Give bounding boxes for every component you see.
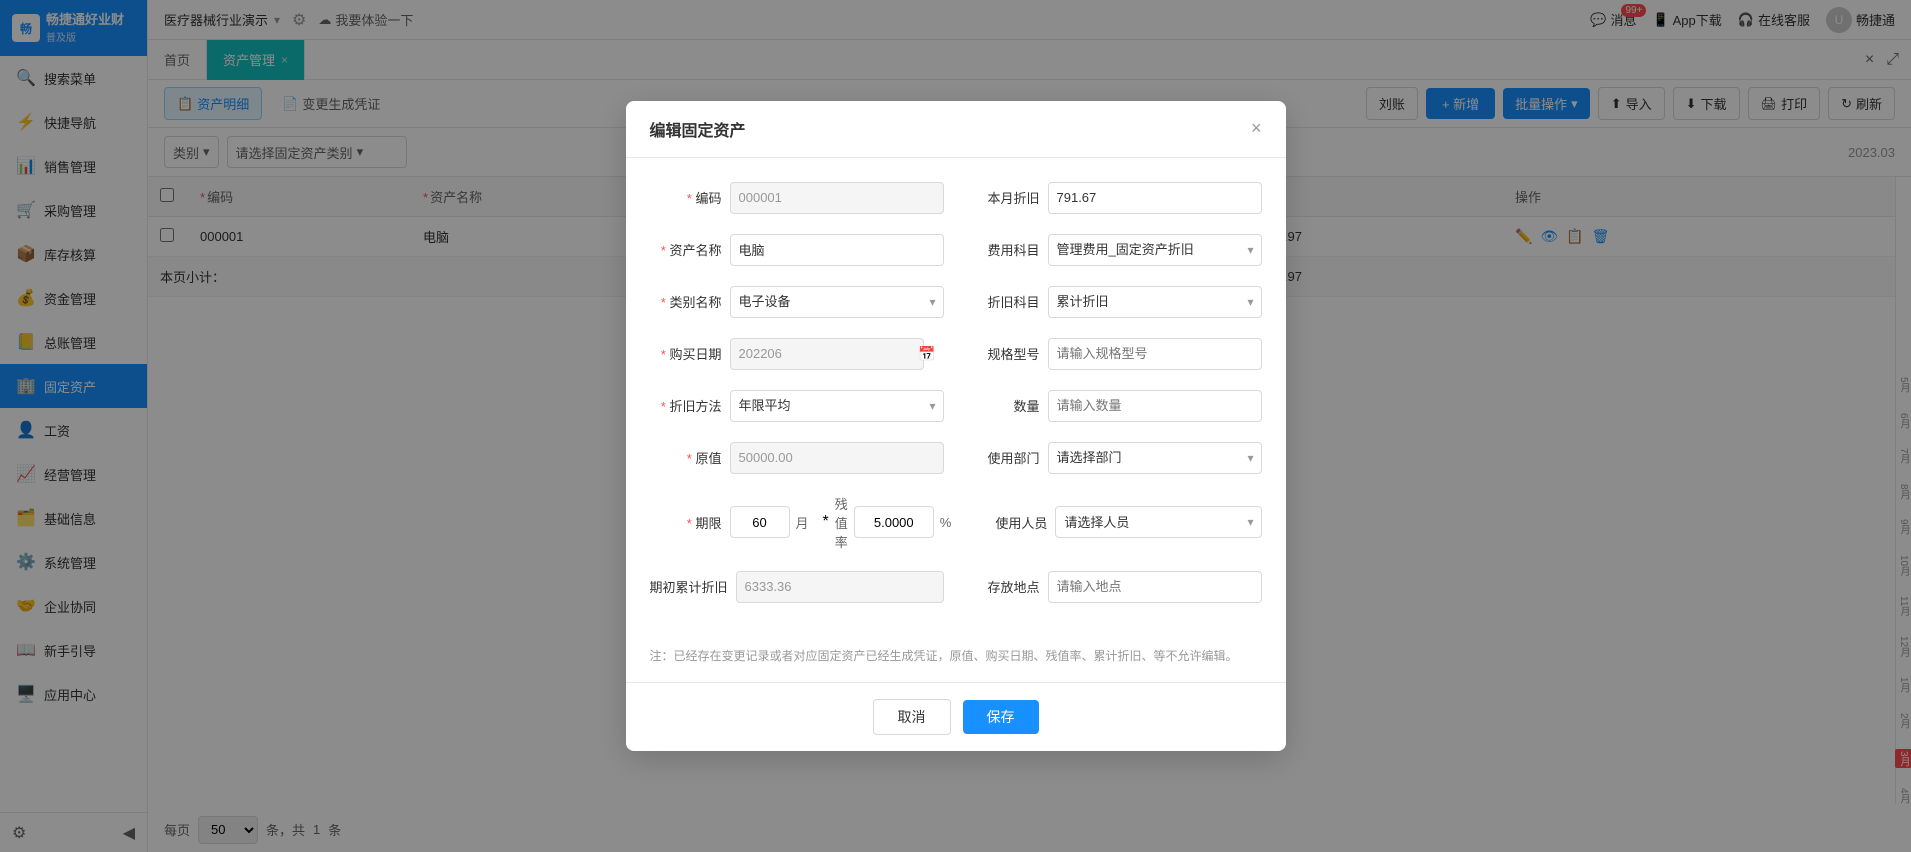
- dep-subject-select-wrap: 累计折旧 ▾: [1048, 286, 1262, 318]
- use-person-select-wrap: 请选择人员 ▾: [1055, 506, 1261, 538]
- code-label: * 编码: [650, 188, 722, 207]
- expense-subject-select[interactable]: 管理费用_固定资产折旧: [1048, 234, 1262, 266]
- modal-header: 编辑固定资产 ×: [626, 101, 1286, 158]
- expense-subject-select-wrap: 管理费用_固定资产折旧 ▾: [1048, 234, 1262, 266]
- use-dept-select[interactable]: 请选择部门: [1048, 442, 1262, 474]
- quantity-input[interactable]: [1048, 390, 1262, 422]
- residual-rate-input[interactable]: [854, 506, 934, 538]
- residual-rate-label: 残值率: [835, 494, 848, 551]
- form-row-6: * 原值 使用部门 请选择部门 ▾: [650, 442, 1262, 474]
- initial-dep-input[interactable]: [736, 571, 944, 603]
- category-select-wrap: 电子设备 ▾: [730, 286, 944, 318]
- form-item-this-month-dep: 本月折旧: [968, 182, 1262, 214]
- modal-title: 编辑固定资产: [650, 117, 746, 141]
- form-item-use-dept: 使用部门 请选择部门 ▾: [968, 442, 1262, 474]
- save-button[interactable]: 保存: [963, 700, 1039, 734]
- form-item-use-person: 使用人员 请选择人员 ▾: [975, 494, 1261, 551]
- initial-dep-label: 期初累计折旧: [650, 577, 728, 596]
- quantity-label: 数量: [968, 396, 1040, 415]
- asset-name-label: * 资产名称: [650, 240, 722, 259]
- edit-asset-modal: 编辑固定资产 × * 编码 本月折旧: [626, 101, 1286, 751]
- form-row-2: * 资产名称 费用科目 管理费用_固定资产折旧 ▾: [650, 234, 1262, 266]
- form-item-original-value: * 原值: [650, 442, 944, 474]
- modal-note: 注：已经存在变更记录或者对应固定资产已经生成凭证，原值、购买日期、残值率、累计折…: [626, 647, 1286, 682]
- modal-close-btn[interactable]: ×: [1251, 118, 1262, 139]
- purchase-date-input[interactable]: [730, 338, 924, 370]
- this-month-dep-input[interactable]: [1048, 182, 1262, 214]
- original-value-label: * 原值: [650, 448, 722, 467]
- location-label: 存放地点: [968, 577, 1040, 596]
- form-item-code: * 编码: [650, 182, 944, 214]
- form-item-spec: 规格型号: [968, 338, 1262, 370]
- this-month-dep-label: 本月折旧: [968, 188, 1040, 207]
- form-row-5: * 折旧方法 年限平均 ▾ 数量: [650, 390, 1262, 422]
- form-row-8: 期初累计折旧 存放地点: [650, 571, 1262, 603]
- cancel-button[interactable]: 取消: [873, 699, 951, 735]
- form-item-dep-method: * 折旧方法 年限平均 ▾: [650, 390, 944, 422]
- expense-subject-label: 费用科目: [968, 240, 1040, 259]
- original-value-input[interactable]: [730, 442, 944, 474]
- category-select[interactable]: 电子设备: [730, 286, 944, 318]
- form-item-category: * 类别名称 电子设备 ▾: [650, 286, 944, 318]
- period-unit: 月: [796, 513, 809, 532]
- form-item-period: * 期限 月 * 残值率 %: [650, 494, 952, 551]
- form-item-initial-dep: 期初累计折旧: [650, 571, 944, 603]
- modal-body: * 编码 本月折旧 * 资产名称: [626, 158, 1286, 647]
- dep-subject-label: 折旧科目: [968, 292, 1040, 311]
- purchase-date-label: * 购买日期: [650, 344, 722, 363]
- period-group: 月 * 残值率 %: [730, 494, 952, 551]
- dep-method-label: * 折旧方法: [650, 396, 722, 415]
- use-person-label: 使用人员: [975, 513, 1047, 532]
- form-item-location: 存放地点: [968, 571, 1262, 603]
- form-item-expense-subject: 费用科目 管理费用_固定资产折旧 ▾: [968, 234, 1262, 266]
- period-label: * 期限: [650, 513, 722, 532]
- dep-subject-select[interactable]: 累计折旧: [1048, 286, 1262, 318]
- purchase-date-wrap: 📅: [730, 338, 944, 370]
- spec-label: 规格型号: [968, 344, 1040, 363]
- code-input[interactable]: [730, 182, 944, 214]
- form-item-name: * 资产名称: [650, 234, 944, 266]
- dep-method-select[interactable]: 年限平均: [730, 390, 944, 422]
- spec-input[interactable]: [1048, 338, 1262, 370]
- form-item-dep-subject: 折旧科目 累计折旧 ▾: [968, 286, 1262, 318]
- form-item-purchase-date: * 购买日期 📅: [650, 338, 944, 370]
- form-item-quantity: 数量: [968, 390, 1262, 422]
- use-dept-label: 使用部门: [968, 448, 1040, 467]
- category-name-label: * 类别名称: [650, 292, 722, 311]
- form-row-4: * 购买日期 📅 规格型号: [650, 338, 1262, 370]
- residual-rate-unit: %: [940, 515, 952, 530]
- period-input[interactable]: [730, 506, 790, 538]
- location-input[interactable]: [1048, 571, 1262, 603]
- form-row-1: * 编码 本月折旧: [650, 182, 1262, 214]
- form-row-7: * 期限 月 * 残值率 % 使用人员: [650, 494, 1262, 551]
- use-person-select[interactable]: 请选择人员: [1055, 506, 1261, 538]
- use-dept-select-wrap: 请选择部门 ▾: [1048, 442, 1262, 474]
- modal-footer: 取消 保存: [626, 682, 1286, 751]
- modal-overlay: 编辑固定资产 × * 编码 本月折旧: [0, 0, 1911, 852]
- form-row-3: * 类别名称 电子设备 ▾ 折旧科目: [650, 286, 1262, 318]
- dep-method-select-wrap: 年限平均 ▾: [730, 390, 944, 422]
- asset-name-input[interactable]: [730, 234, 944, 266]
